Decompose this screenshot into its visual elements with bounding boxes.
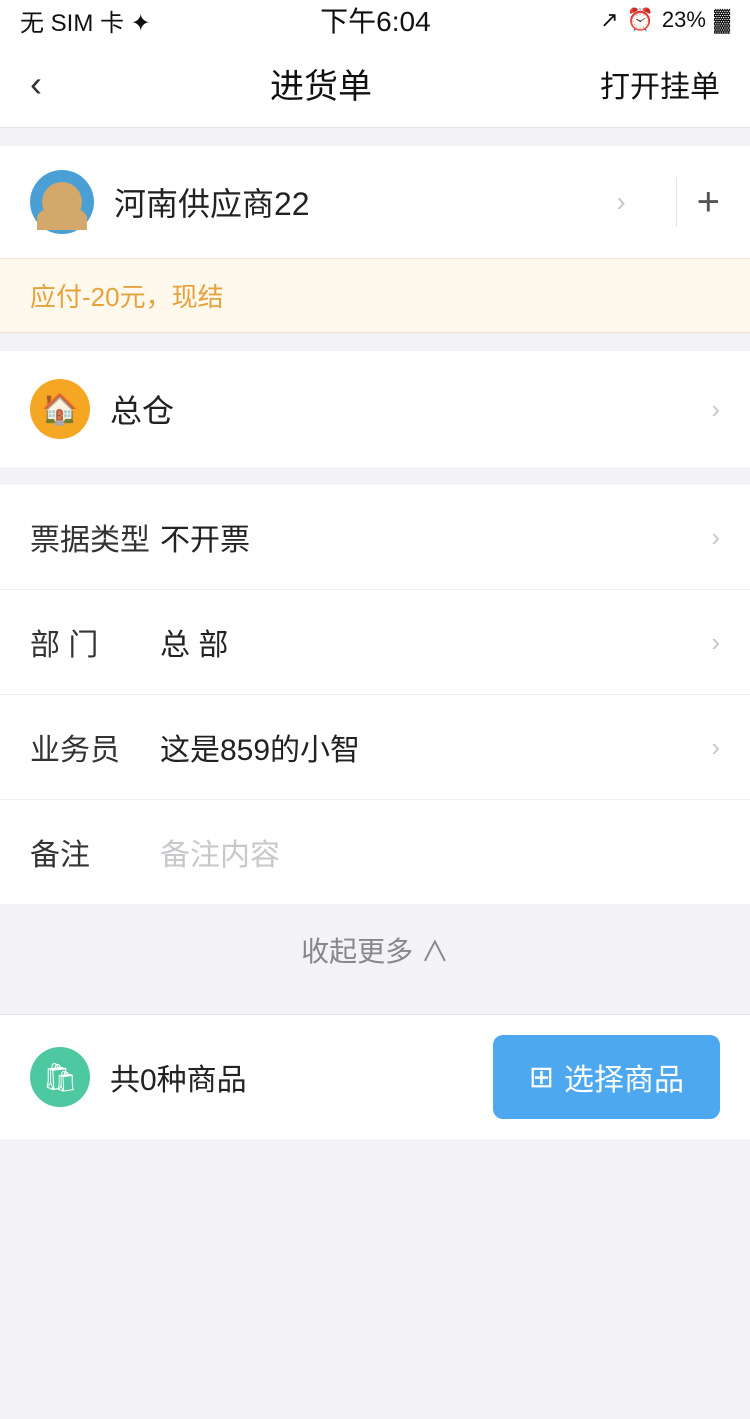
collapse-button[interactable]: 收起更多 ∧ — [0, 904, 750, 996]
supplier-name: 河南供应商22 — [114, 179, 616, 225]
supplier-avatar — [30, 170, 94, 234]
department-label: 部 门 — [30, 620, 160, 664]
status-left: 无 SIM 卡 ✦ — [20, 3, 151, 38]
location-icon: ↗ — [600, 7, 618, 33]
department-value: 总 部 — [160, 620, 711, 664]
form-row-department[interactable]: 部 门 总 部 › — [0, 589, 750, 694]
divider-3 — [0, 467, 750, 485]
avatar-inner — [42, 182, 82, 222]
warehouse-icon: 🏠 — [30, 379, 90, 439]
form-row-salesperson[interactable]: 业务员 这是859的小智 › — [0, 694, 750, 799]
battery-icon: ▓ — [714, 7, 730, 33]
empty-area — [0, 1139, 750, 1419]
invoice-chevron-icon: › — [711, 522, 720, 553]
status-right: ↗ ⏰ 23% ▓ — [600, 7, 730, 33]
select-product-icon: ⊞ — [529, 1060, 554, 1095]
form-row-invoice[interactable]: 票据类型 不开票 › — [0, 485, 750, 589]
back-button[interactable]: ‹ — [30, 66, 42, 102]
house-icon: 🏠 — [41, 392, 78, 427]
product-count-label: 共0种商品 — [110, 1055, 493, 1099]
divider-2 — [0, 333, 750, 351]
form-row-remark[interactable]: 备注 备注内容 — [0, 799, 750, 904]
add-supplier-button[interactable]: + — [697, 180, 720, 225]
notice-text: 应付-20元，现结 — [30, 282, 224, 312]
battery-label: 23% — [662, 7, 706, 33]
collapse-label: 收起更多 ∧ — [301, 936, 449, 967]
salesperson-chevron-icon: › — [711, 732, 720, 763]
invoice-type-label: 票据类型 — [30, 515, 160, 559]
select-product-label: 选择商品 — [564, 1055, 684, 1099]
bottom-bar: 🛍 共0种商品 ⊞ 选择商品 — [0, 1014, 750, 1139]
divider-top — [0, 128, 750, 146]
page-title: 进货单 — [270, 59, 372, 108]
remark-label: 备注 — [30, 830, 160, 874]
bag-icon: 🛍 — [42, 1061, 78, 1094]
nav-bar: ‹ 进货单 打开挂单 — [0, 40, 750, 128]
status-bar: 无 SIM 卡 ✦ 下午6:04 ↗ ⏰ 23% ▓ — [0, 0, 750, 40]
invoice-type-value: 不开票 — [160, 515, 711, 559]
supplier-chevron-icon: › — [616, 186, 625, 218]
salesperson-value: 这是859的小智 — [160, 725, 711, 769]
open-pending-button[interactable]: 打开挂单 — [600, 62, 720, 106]
warehouse-row[interactable]: 🏠 总仓 › — [0, 351, 750, 467]
department-chevron-icon: › — [711, 627, 720, 658]
form-card: 票据类型 不开票 › 部 门 总 部 › 业务员 这是859的小智 › 备注 备… — [0, 485, 750, 904]
status-time: 下午6:04 — [320, 0, 431, 40]
vertical-divider — [676, 177, 677, 227]
warehouse-name: 总仓 — [110, 386, 711, 432]
warehouse-card: 🏠 总仓 › — [0, 351, 750, 467]
salesperson-label: 业务员 — [30, 725, 160, 769]
alarm-icon: ⏰ — [627, 7, 654, 33]
select-product-button[interactable]: ⊞ 选择商品 — [493, 1035, 720, 1119]
divider-4 — [0, 996, 750, 1014]
remark-placeholder[interactable]: 备注内容 — [160, 830, 720, 874]
sim-signal: 无 SIM 卡 ✦ — [20, 3, 151, 38]
product-icon: 🛍 — [30, 1047, 90, 1107]
supplier-row[interactable]: 河南供应商22 › + — [0, 146, 750, 258]
warehouse-chevron-icon: › — [711, 394, 720, 425]
supplier-card: 河南供应商22 › + 应付-20元，现结 — [0, 146, 750, 333]
notice-bar: 应付-20元，现结 — [0, 258, 750, 333]
